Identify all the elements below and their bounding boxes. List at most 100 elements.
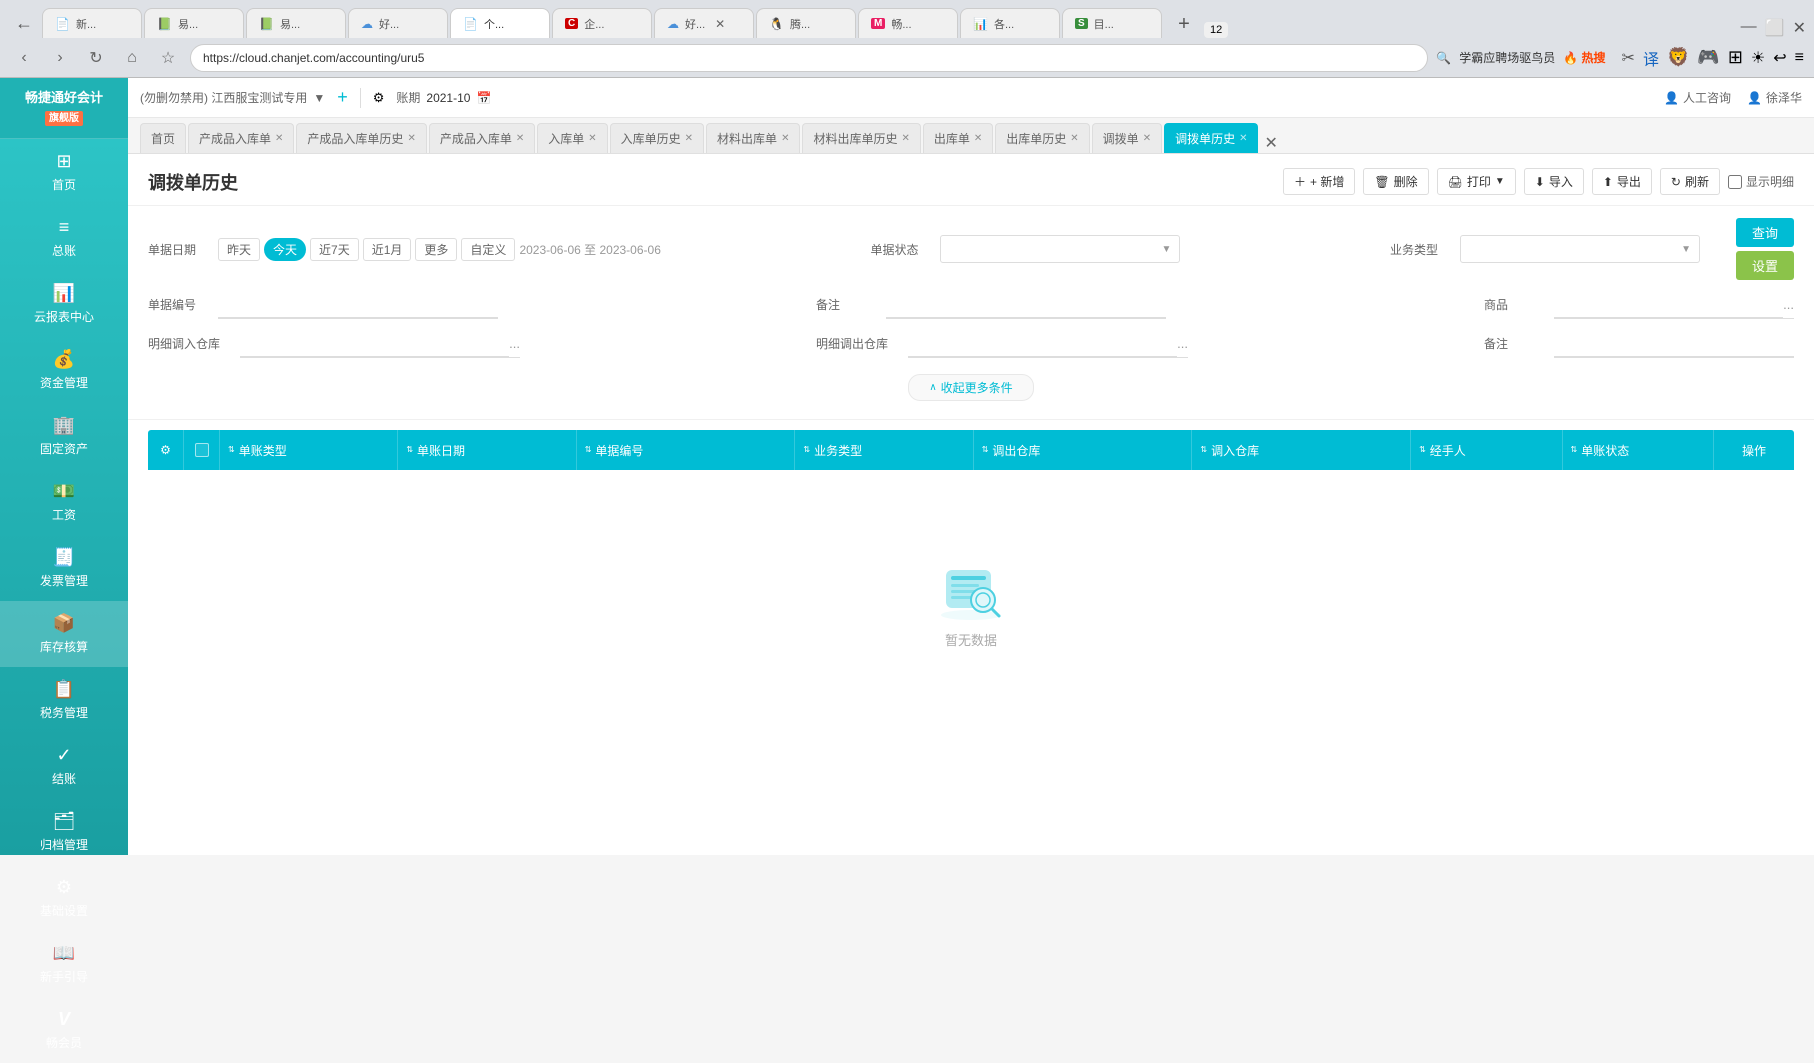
page-tab-11[interactable]: 调拨单历史 ✕ [1164, 123, 1258, 153]
reload-button[interactable]: ↻ [82, 44, 110, 72]
page-tab-8[interactable]: 出库单 ✕ [923, 123, 993, 153]
browser-tab-4[interactable]: 📄 个... [450, 8, 550, 38]
page-tab-9-close[interactable]: ✕ [1070, 133, 1078, 144]
goods-input[interactable] [1554, 290, 1783, 318]
page-tab-3[interactable]: 产成品入库单 ✕ [429, 123, 535, 153]
page-tab-6[interactable]: 材料出库单 ✕ [706, 123, 800, 153]
in-warehouse-input[interactable] [240, 329, 509, 357]
sidebar-item-payroll[interactable]: 💵 工资 [0, 469, 128, 535]
calendar-icon[interactable]: 📅 [476, 91, 491, 105]
page-tab-5-close[interactable]: ✕ [685, 133, 693, 144]
new-button[interactable]: ＋ + 新增 [1283, 168, 1355, 195]
query-button[interactable]: 查询 [1736, 218, 1794, 247]
page-tab-4[interactable]: 入库单 ✕ [537, 123, 607, 153]
th-in[interactable]: ⇅ 调入仓库 [1192, 430, 1411, 470]
note-input[interactable] [886, 290, 1166, 318]
page-tab-4-close[interactable]: ✕ [588, 133, 596, 144]
tab-close-6[interactable]: ✕ [715, 17, 725, 31]
settings-button[interactable]: 设置 [1736, 251, 1794, 280]
sidebar-item-assets[interactable]: 🏢 固定资产 [0, 403, 128, 469]
refresh-button[interactable]: ↻ 刷新 [1660, 168, 1720, 195]
date-btn-custom[interactable]: 自定义 [461, 238, 515, 261]
th-out[interactable]: ⇅ 调出仓库 [974, 430, 1193, 470]
sidebar-item-ledger[interactable]: ≡ 总账 [0, 205, 128, 271]
date-btn-yesterday[interactable]: 昨天 [218, 238, 260, 261]
bookmark-button[interactable]: ☆ [154, 44, 182, 72]
window-close[interactable]: ✕ [1793, 18, 1806, 38]
browser-tab-2[interactable]: 📗 易... [246, 8, 346, 38]
page-tab-10[interactable]: 调拨单 ✕ [1092, 123, 1162, 153]
sidebar-item-guide[interactable]: 📖 新手引导 [0, 931, 128, 997]
browser-tab-5[interactable]: C 企... [552, 8, 652, 38]
out-warehouse-dots[interactable]: ... [1177, 336, 1188, 351]
sidebar-item-inventory[interactable]: 📦 库存核算 [0, 601, 128, 667]
page-tab-home[interactable]: 首页 [140, 123, 186, 153]
sidebar-item-vip[interactable]: V 畅会员 [0, 997, 128, 1063]
note2-input[interactable] [1554, 329, 1794, 357]
window-maximize[interactable]: ⬜ [1765, 18, 1785, 38]
display-checkbox[interactable] [1728, 175, 1742, 189]
doc-num-input[interactable] [218, 290, 498, 318]
page-tab-7[interactable]: 材料出库单历史 ✕ [802, 123, 920, 153]
tab-bar-close[interactable]: ✕ [1264, 133, 1277, 153]
add-company-button[interactable]: + [337, 87, 348, 108]
goods-more-icon[interactable]: ... [1783, 297, 1794, 312]
home-button[interactable]: ⌂ [118, 44, 146, 72]
browser-tab-back[interactable]: ← [8, 8, 40, 38]
sidebar-item-archive[interactable]: 🗂 归档管理 [0, 799, 128, 865]
date-btn-1month[interactable]: 近1月 [363, 238, 412, 261]
th-status[interactable]: ⇅ 单账状态 [1563, 430, 1714, 470]
page-tab-11-close[interactable]: ✕ [1239, 133, 1247, 144]
browser-tab-1[interactable]: 📗 易... [144, 8, 244, 38]
th-settings[interactable]: ⚙ [148, 430, 184, 470]
browser-tab-3[interactable]: ☁ 好... [348, 8, 448, 38]
page-tab-2[interactable]: 产成品入库单历史 ✕ [296, 123, 426, 153]
delete-button[interactable]: 🗑 删除 [1363, 168, 1428, 195]
sidebar-item-finance[interactable]: 💰 资金管理 [0, 337, 128, 403]
sidebar-item-invoice[interactable]: 🧾 发票管理 [0, 535, 128, 601]
company-selector[interactable]: (勿删勿禁用) 江西服宝测试专用 ▼ [140, 89, 325, 106]
browser-tab-7[interactable]: 🐧 腾... [756, 8, 856, 38]
sidebar-item-close[interactable]: ✓ 结账 [0, 733, 128, 799]
in-warehouse-dots[interactable]: ... [509, 336, 520, 351]
th-biz[interactable]: ⇅ 业务类型 [795, 430, 973, 470]
date-btn-more[interactable]: 更多 [415, 238, 457, 261]
export-button[interactable]: ⬆ 导出 [1592, 168, 1652, 195]
collapse-button[interactable]: ∧ 收起更多条件 [908, 374, 1033, 401]
page-tab-3-close[interactable]: ✕ [516, 133, 524, 144]
browser-tab-9[interactable]: 📊 各... [960, 8, 1060, 38]
new-tab-button[interactable]: + [1170, 10, 1198, 38]
user-avatar[interactable]: 👤 徐泽华 [1747, 89, 1802, 106]
browser-tab-8[interactable]: M 畅... [858, 8, 958, 38]
sidebar-item-tax[interactable]: 📋 税务管理 [0, 667, 128, 733]
page-tab-8-close[interactable]: ✕ [974, 133, 982, 144]
th-person[interactable]: ⇅ 经手人 [1411, 430, 1562, 470]
page-tab-10-close[interactable]: ✕ [1143, 133, 1151, 144]
settings-gear[interactable]: ⚙ [373, 90, 385, 106]
th-date[interactable]: ⇅ 单账日期 [398, 430, 576, 470]
date-btn-today[interactable]: 今天 [264, 238, 306, 261]
page-tab-5[interactable]: 入库单历史 ✕ [610, 123, 704, 153]
th-checkbox[interactable] [184, 430, 220, 470]
sidebar-item-reports[interactable]: 📊 云报表中心 [0, 271, 128, 337]
date-btn-7days[interactable]: 近7天 [310, 238, 359, 261]
display-toggle[interactable]: 显示明细 [1728, 173, 1794, 190]
browser-tab-10[interactable]: S 目... [1062, 8, 1162, 38]
th-num[interactable]: ⇅ 单据编号 [577, 430, 796, 470]
address-input[interactable] [190, 44, 1428, 72]
window-minimize[interactable]: — [1741, 18, 1757, 38]
import-button[interactable]: ⬇ 导入 [1524, 168, 1584, 195]
out-warehouse-input[interactable] [908, 329, 1177, 357]
print-button[interactable]: 🖨 打印 ▼ [1437, 168, 1516, 195]
browser-tab-6[interactable]: ☁ 好... ✕ [654, 8, 754, 38]
sidebar-item-settings[interactable]: ⚙ 基础设置 [0, 865, 128, 931]
th-type[interactable]: ⇅ 单账类型 [220, 430, 398, 470]
biz-type-select[interactable]: ▼ [1460, 235, 1700, 263]
forward-button[interactable]: › [46, 44, 74, 72]
page-tab-9[interactable]: 出库单历史 ✕ [995, 123, 1089, 153]
page-tab-1-close[interactable]: ✕ [275, 133, 283, 144]
header-checkbox[interactable] [195, 443, 209, 457]
page-tab-2-close[interactable]: ✕ [407, 133, 415, 144]
page-tab-6-close[interactable]: ✕ [781, 133, 789, 144]
page-tab-1[interactable]: 产成品入库单 ✕ [188, 123, 294, 153]
